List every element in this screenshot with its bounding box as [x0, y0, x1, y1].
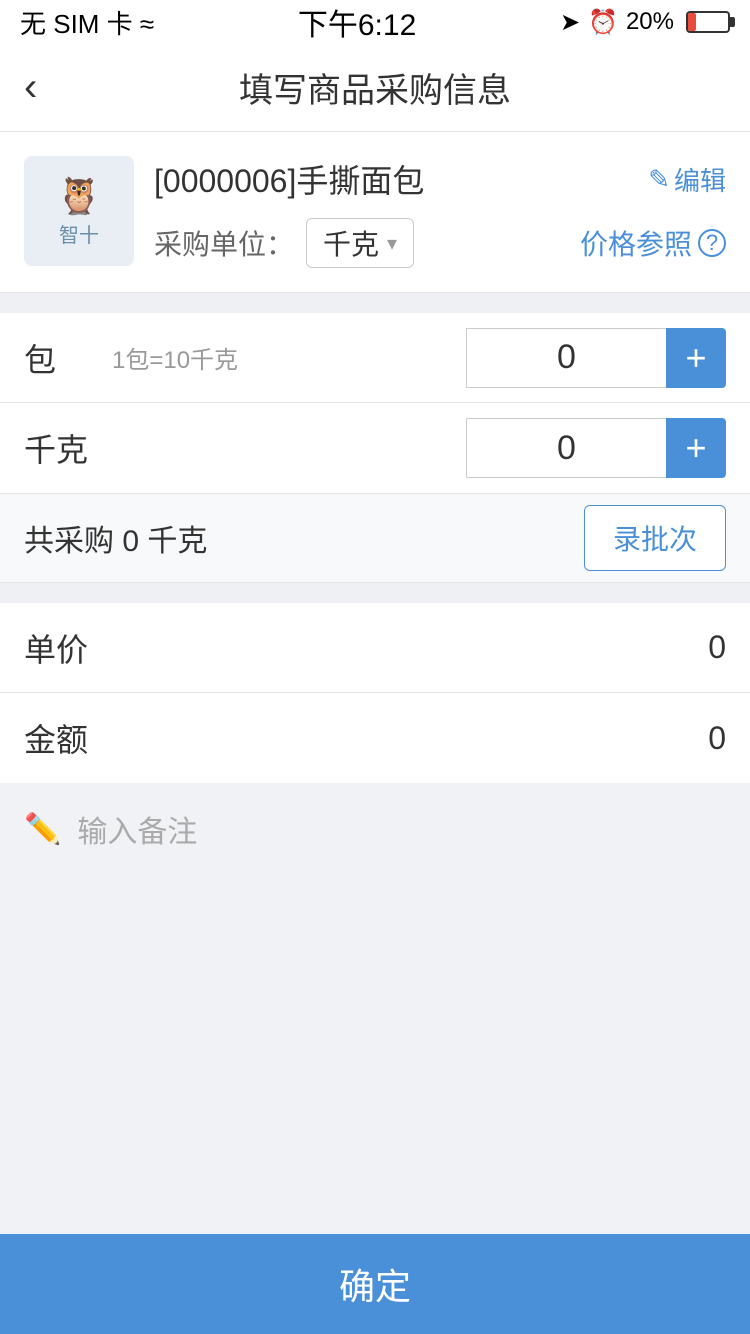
batch-button[interactable]: 录批次 [584, 505, 726, 571]
page-title: 填写商品采购信息 [239, 63, 511, 112]
status-battery-text: 20% [626, 8, 674, 36]
nav-bar: ‹ 填写商品采购信息 [0, 44, 750, 132]
battery-icon [686, 11, 730, 33]
pencil-icon: ✏️ [24, 812, 61, 847]
kg-plus-button[interactable]: + [666, 418, 726, 478]
product-card: 🦉 智十 [0000006]手撕面包 ✎ 编辑 采购单位： 千克 ▾ [0, 132, 750, 293]
summary-text: 共采购 0 千克 [24, 516, 207, 560]
unit-value: 千克 [323, 223, 379, 263]
unit-price-value: 0 [708, 629, 726, 666]
bao-sublabel: 1包=10千克 [112, 340, 466, 375]
product-logo: 🦉 智十 [24, 156, 134, 266]
unit-price-row: 单价 0 [0, 603, 750, 693]
amount-value: 0 [708, 720, 726, 757]
kg-input-row: 千克 + [0, 403, 750, 493]
bao-label: 包 [24, 335, 104, 381]
bao-input-row: 包 1包=10千克 + [0, 313, 750, 403]
remark-section[interactable]: ✏️ 输入备注 [0, 783, 750, 875]
remark-placeholder: 输入备注 [77, 807, 197, 851]
quantity-section: 包 1包=10千克 + 千克 + [0, 313, 750, 493]
confirm-button-label: 确定 [339, 1258, 411, 1310]
unit-label: 采购单位： [154, 223, 294, 263]
unit-price-label: 单价 [24, 625, 88, 671]
edit-label: 编辑 [674, 161, 726, 198]
price-section: 单价 0 金额 0 [0, 603, 750, 783]
amount-row: 金额 0 [0, 693, 750, 783]
status-bar: 无 SIM 卡 ≈ 下午6:12 ➤ ⏰ 20% [0, 0, 750, 44]
logo-text: 智十 [59, 219, 99, 248]
logo-owl-icon: 🦉 [57, 175, 102, 217]
product-name-row: [0000006]手撕面包 ✎ 编辑 [154, 156, 726, 202]
bao-plus-button[interactable]: + [666, 328, 726, 388]
edit-icon: ✎ [648, 164, 670, 195]
kg-input[interactable] [466, 418, 666, 478]
unit-row: 采购单位： 千克 ▾ 价格参照 ? [154, 218, 726, 268]
edit-button[interactable]: ✎ 编辑 [648, 161, 726, 198]
section-divider-2 [0, 583, 750, 603]
bao-input[interactable] [466, 328, 666, 388]
status-right: ➤ ⏰ 20% [560, 8, 730, 37]
status-alarm: ⏰ [588, 8, 618, 37]
section-divider-1 [0, 293, 750, 313]
status-signal: 无 SIM 卡 ≈ [20, 4, 154, 41]
bao-controls: + [466, 328, 726, 388]
amount-label: 金额 [24, 715, 88, 761]
battery-fill [688, 13, 696, 31]
empty-area [0, 875, 750, 1175]
summary-section: 共采购 0 千克 录批次 [0, 493, 750, 583]
status-location: ➤ [560, 8, 580, 37]
kg-controls: + [466, 418, 726, 478]
help-icon: ? [698, 229, 726, 257]
unit-select[interactable]: 千克 ▾ [306, 218, 414, 268]
price-ref-button[interactable]: 价格参照 ? [580, 223, 726, 263]
price-ref-label: 价格参照 [580, 223, 692, 263]
chevron-down-icon: ▾ [387, 231, 397, 256]
confirm-section[interactable]: 确定 [0, 1234, 750, 1334]
status-time: 下午6:12 [298, 0, 416, 44]
kg-label: 千克 [24, 425, 104, 471]
product-name: [0000006]手撕面包 [154, 156, 424, 202]
back-button[interactable]: ‹ [24, 65, 37, 110]
product-info: [0000006]手撕面包 ✎ 编辑 采购单位： 千克 ▾ 价格参照 ? [154, 156, 726, 268]
